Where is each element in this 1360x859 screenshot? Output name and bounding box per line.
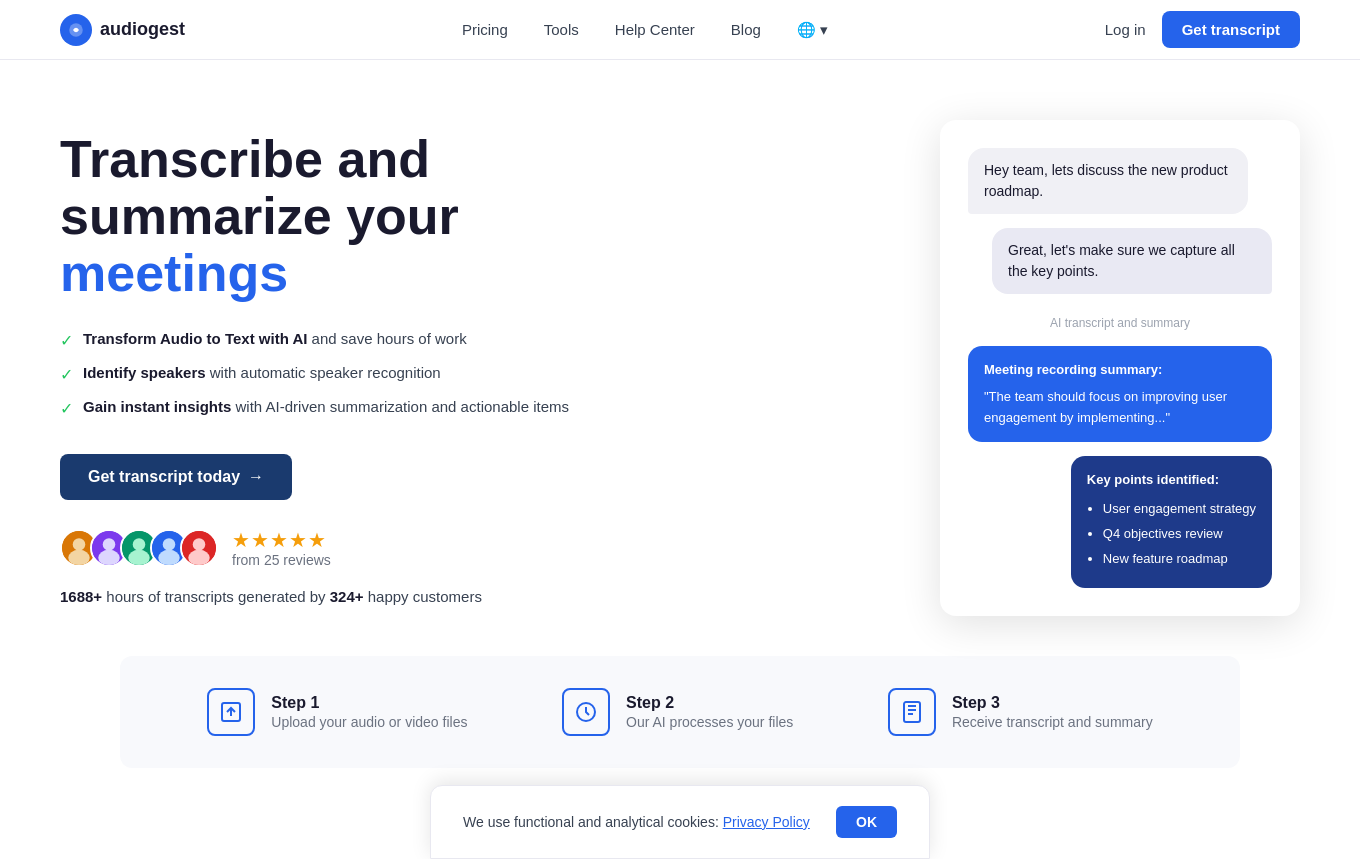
check-icon: ✓ — [60, 331, 73, 350]
navbar: audiogest Pricing Tools Help Center Blog… — [0, 0, 1360, 60]
step-3-desc: Receive transcript and summary — [952, 714, 1153, 730]
chat-divider: AI transcript and summary — [968, 316, 1272, 330]
chat-message-1: Hey team, lets discuss the new product r… — [968, 148, 1272, 214]
chat-keypoints: Key points identified: User engagement s… — [1071, 456, 1272, 587]
chat-preview-card: Hey team, lets discuss the new product r… — [940, 120, 1300, 616]
cookie-banner: We use functional and analytical cookies… — [430, 785, 930, 859]
get-transcript-hero-button[interactable]: Get transcript today → — [60, 454, 292, 500]
get-transcript-nav-button[interactable]: Get transcript — [1162, 11, 1300, 48]
step-2: Step 2 Our AI processes your files — [562, 688, 793, 736]
feature-item: ✓ Identify speakers with automatic speak… — [60, 364, 569, 384]
nav-pricing[interactable]: Pricing — [462, 21, 508, 38]
nav-blog[interactable]: Blog — [731, 21, 761, 38]
check-icon: ✓ — [60, 365, 73, 384]
arrow-icon: → — [248, 468, 264, 486]
hero-title: Transcribe and summarize your meetings — [60, 131, 569, 303]
svg-point-9 — [128, 550, 149, 566]
navbar-actions: Log in Get transcript — [1105, 11, 1300, 48]
step-1: Step 1 Upload your audio or video files — [207, 688, 467, 736]
hero-section: Transcribe and summarize your meetings ✓… — [0, 60, 1360, 656]
step-1-title: Step 1 — [271, 694, 467, 712]
svg-point-14 — [193, 538, 206, 551]
privacy-policy-link[interactable]: Privacy Policy — [723, 814, 810, 830]
step-3: Step 3 Receive transcript and summary — [888, 688, 1153, 736]
nav-tools[interactable]: Tools — [544, 21, 579, 38]
nav-links: Pricing Tools Help Center Blog 🌐 ▾ — [462, 21, 828, 39]
lang-chevron: ▾ — [820, 21, 828, 39]
svg-point-3 — [68, 550, 89, 566]
star-rating: ★★★★★ — [232, 528, 331, 552]
step-3-title: Step 3 — [952, 694, 1153, 712]
step-1-icon — [207, 688, 255, 736]
check-icon: ✓ — [60, 399, 73, 418]
globe-icon: 🌐 — [797, 21, 816, 39]
chat-message-2: Great, let's make sure we capture all th… — [968, 228, 1272, 294]
avatar-group — [60, 529, 218, 567]
chat-summary: Meeting recording summary: "The team sho… — [968, 346, 1272, 442]
steps-section: Step 1 Upload your audio or video files … — [120, 656, 1240, 768]
svg-point-8 — [133, 538, 146, 551]
feature-item: ✓ Gain instant insights with AI-driven s… — [60, 398, 569, 418]
avatar — [180, 529, 218, 567]
cookie-ok-button[interactable]: OK — [836, 806, 897, 838]
language-selector[interactable]: 🌐 ▾ — [797, 21, 828, 39]
step-2-title: Step 2 — [626, 694, 793, 712]
feature-item: ✓ Transform Audio to Text with AI and sa… — [60, 330, 569, 350]
svg-point-6 — [98, 550, 119, 566]
hero-content: Transcribe and summarize your meetings ✓… — [60, 131, 569, 606]
svg-point-11 — [163, 538, 176, 551]
logo-link[interactable]: audiogest — [60, 14, 185, 46]
svg-point-5 — [103, 538, 116, 551]
reviews-count: from 25 reviews — [232, 552, 331, 568]
step-2-desc: Our AI processes your files — [626, 714, 793, 730]
step-3-icon — [888, 688, 936, 736]
nav-help[interactable]: Help Center — [615, 21, 695, 38]
cookie-text: We use functional and analytical cookies… — [463, 814, 820, 830]
svg-point-12 — [158, 550, 179, 566]
hero-reviews: ★★★★★ from 25 reviews — [60, 528, 569, 568]
logo-text: audiogest — [100, 19, 185, 40]
step-2-icon — [562, 688, 610, 736]
hero-features-list: ✓ Transform Audio to Text with AI and sa… — [60, 330, 569, 418]
svg-point-15 — [188, 550, 209, 566]
login-button[interactable]: Log in — [1105, 21, 1146, 38]
logo-icon — [60, 14, 92, 46]
step-1-desc: Upload your audio or video files — [271, 714, 467, 730]
svg-point-2 — [73, 538, 86, 551]
hero-stats: 1688+ hours of transcripts generated by … — [60, 588, 569, 605]
